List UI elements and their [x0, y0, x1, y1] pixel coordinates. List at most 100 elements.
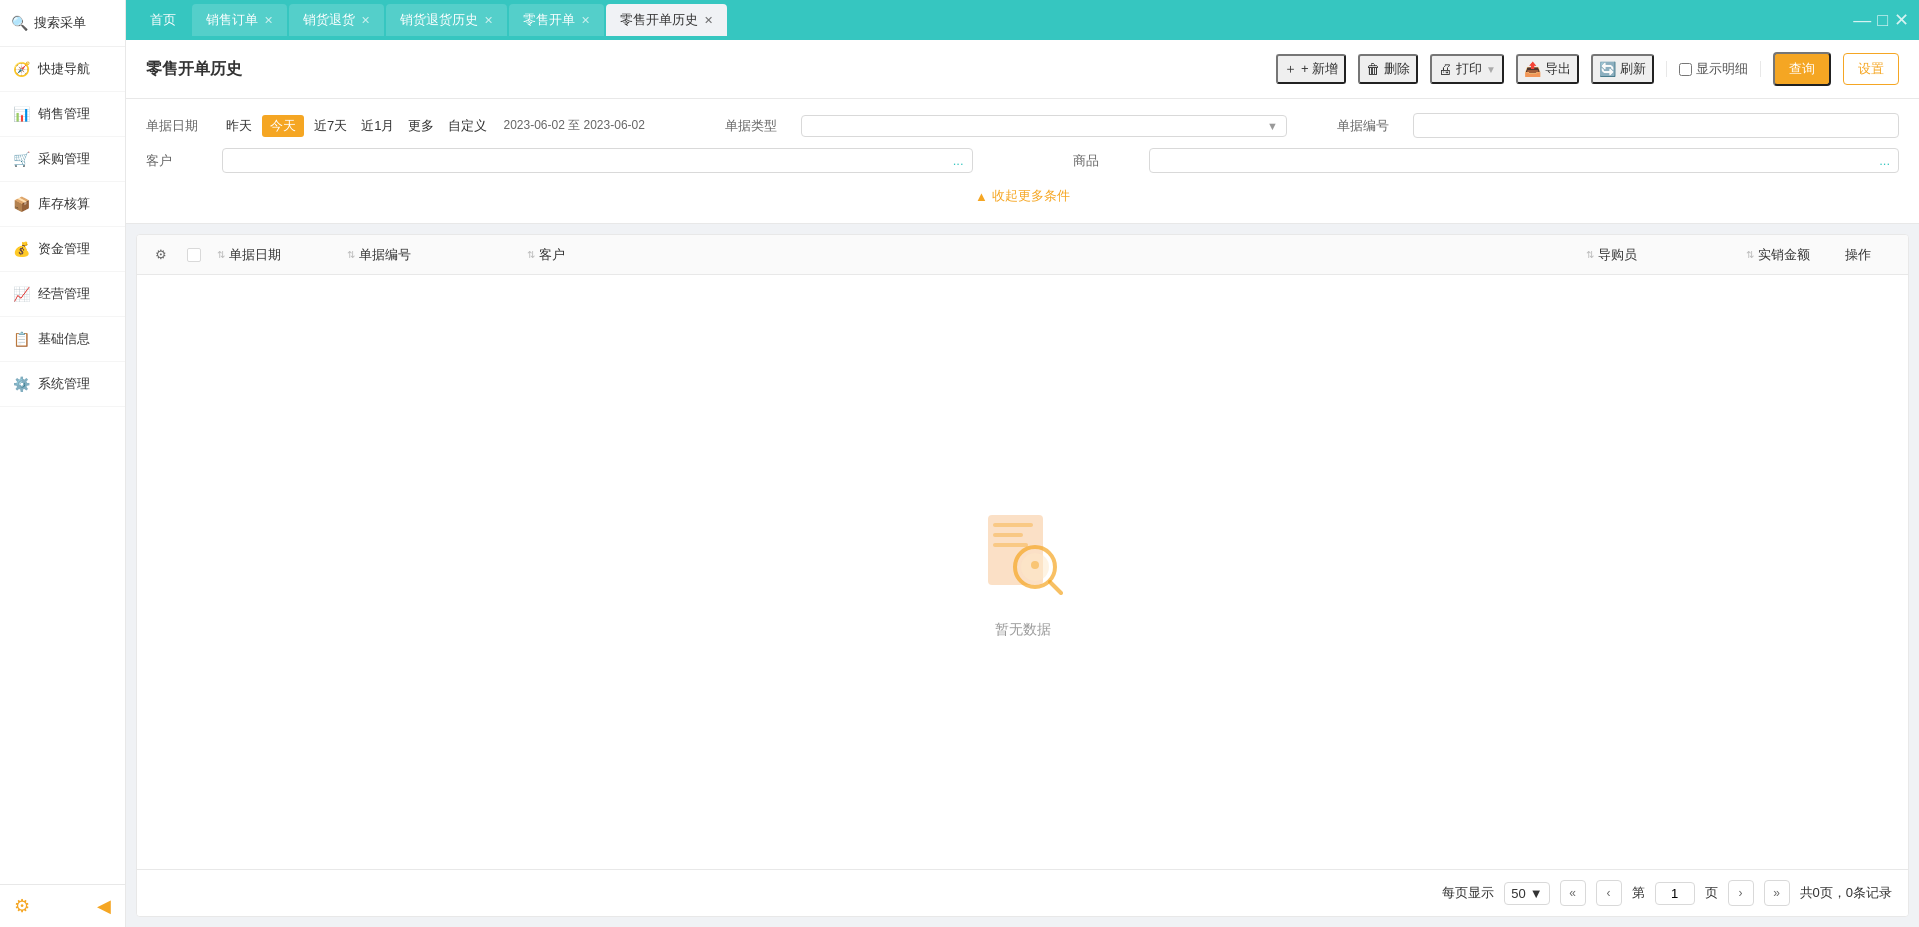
type-select[interactable]: ▼ [801, 115, 1287, 137]
sidebar-search[interactable]: 🔍 搜索采单 [0, 0, 125, 47]
toolbar-divider-2 [1760, 61, 1761, 77]
export-button[interactable]: 📤 导出 [1516, 54, 1579, 84]
add-button[interactable]: ＋ + 新增 [1276, 54, 1346, 84]
th-amount[interactable]: ⇅ 实销金额 [1698, 246, 1818, 264]
tab-home[interactable]: 首页 [136, 4, 190, 36]
sidebar-item-finance[interactable]: 💰 资金管理 [0, 227, 125, 272]
th-client-label: 客户 [539, 246, 565, 264]
th-check[interactable] [179, 248, 209, 262]
delete-icon: 🗑 [1366, 61, 1380, 77]
tab-retail-open-history[interactable]: 零售开单历史 ✕ [606, 4, 727, 36]
sidebar-item-label: 经营管理 [38, 285, 90, 303]
sort-guide-icon: ⇅ [1586, 249, 1594, 260]
tab-close-sales-order[interactable]: ✕ [264, 14, 273, 27]
collapse-sidebar-icon[interactable]: ◀ [97, 895, 111, 917]
sidebar-item-quick-nav[interactable]: 🧭 快捷导航 [0, 47, 125, 92]
settings-label: 设置 [1858, 60, 1884, 78]
sidebar-item-purchase-mgmt[interactable]: 🛒 采购管理 [0, 137, 125, 182]
print-button[interactable]: 🖨 打印 ▼ [1430, 54, 1504, 84]
tab-close-sales-return[interactable]: ✕ [361, 14, 370, 27]
th-amount-label: 实销金额 [1758, 246, 1810, 264]
svg-rect-2 [993, 533, 1023, 537]
query-button[interactable]: 查询 [1773, 52, 1831, 86]
empty-state: 暂无数据 [137, 275, 1908, 869]
th-guide-label: 导购员 [1598, 246, 1637, 264]
th-setting[interactable]: ⚙ [147, 247, 179, 262]
delete-button[interactable]: 🗑 删除 [1358, 54, 1418, 84]
collapse-filter-btn[interactable]: ▲ 收起更多条件 [146, 183, 1899, 209]
next-page-button[interactable]: › [1728, 880, 1754, 906]
svg-line-6 [1050, 582, 1061, 593]
th-guide[interactable]: ⇅ 导购员 [1578, 246, 1698, 264]
tab-home-label: 首页 [150, 11, 176, 29]
refresh-label: 刷新 [1620, 60, 1646, 78]
tab-sales-return-history[interactable]: 销货退货历史 ✕ [386, 4, 507, 36]
filter-row-2: 客户 ... 商品 ... [146, 148, 1899, 173]
tab-close-retail-open[interactable]: ✕ [581, 14, 590, 27]
sort-client-icon: ⇅ [527, 249, 535, 260]
goods-select[interactable]: ... [1149, 148, 1900, 173]
date-filter-label: 单据日期 [146, 117, 202, 135]
tab-sales-return[interactable]: 销货退货 ✕ [289, 4, 384, 36]
th-num[interactable]: ⇅ 单据编号 [339, 246, 519, 264]
table-header: ⚙ ⇅ 单据日期 ⇅ 单据编号 ⇅ 客户 ⇅ [137, 235, 1908, 275]
sidebar-item-label: 采购管理 [38, 150, 90, 168]
last-page-button[interactable]: » [1764, 880, 1790, 906]
sys-mgmt-icon: ⚙️ [12, 375, 30, 393]
toolbar-divider [1666, 61, 1667, 77]
date-opt-today[interactable]: 今天 [262, 115, 304, 137]
date-opt-1month[interactable]: 近1月 [357, 115, 398, 137]
tabs-window-controls: — □ ✕ [1853, 9, 1909, 31]
toolbar: ＋ + 新增 🗑 删除 🖨 打印 ▼ 📤 导出 🔄 [1276, 52, 1899, 86]
sidebar-item-sales-mgmt[interactable]: 📊 销售管理 [0, 92, 125, 137]
purchase-mgmt-icon: 🛒 [12, 150, 30, 168]
display-cols-checkbox[interactable] [1679, 63, 1692, 76]
th-client[interactable]: ⇅ 客户 [519, 246, 1578, 264]
tab-close-sales-return-history[interactable]: ✕ [484, 14, 493, 27]
tab-sales-order[interactable]: 销售订单 ✕ [192, 4, 287, 36]
close-window-button[interactable]: ✕ [1894, 9, 1909, 31]
tab-close-retail-open-history[interactable]: ✕ [704, 14, 713, 27]
date-opt-yesterday[interactable]: 昨天 [222, 115, 256, 137]
sidebar-search-label: 搜索采单 [34, 14, 86, 32]
goods-filter-label: 商品 [1073, 152, 1129, 170]
export-label: 导出 [1545, 60, 1571, 78]
select-all-checkbox[interactable] [187, 248, 201, 262]
sidebar-item-label: 库存核算 [38, 195, 90, 213]
first-page-button[interactable]: « [1560, 880, 1586, 906]
goods-ellipsis-btn[interactable]: ... [1879, 153, 1890, 168]
sidebar-item-inventory[interactable]: 📦 库存核算 [0, 182, 125, 227]
num-filter-input[interactable] [1413, 113, 1899, 138]
add-icon: ＋ [1284, 60, 1297, 78]
client-ellipsis-btn[interactable]: ... [953, 153, 964, 168]
sidebar-footer: ⚙ ◀ [0, 884, 125, 927]
maximize-button[interactable]: □ [1877, 10, 1888, 31]
page-size-select[interactable]: 50 ▼ [1504, 882, 1549, 905]
display-cols-toggle[interactable]: 显示明细 [1679, 60, 1748, 78]
table-settings-icon[interactable]: ⚙ [155, 247, 167, 262]
date-options: 昨天 今天 近7天 近1月 更多 自定义 2023-06-02 至 2023-0… [222, 115, 645, 137]
settings-icon[interactable]: ⚙ [14, 895, 30, 917]
sidebar-item-basic-info[interactable]: 📋 基础信息 [0, 317, 125, 362]
refresh-button[interactable]: 🔄 刷新 [1591, 54, 1654, 84]
export-icon: 📤 [1524, 61, 1541, 77]
basic-info-icon: 📋 [12, 330, 30, 348]
minimize-button[interactable]: — [1853, 10, 1871, 31]
th-date[interactable]: ⇅ 单据日期 [209, 246, 339, 264]
sidebar: 🔍 搜索采单 🧭 快捷导航 📊 销售管理 🛒 采购管理 📦 库存核算 💰 资金管… [0, 0, 126, 927]
prev-page-button[interactable]: ‹ [1596, 880, 1622, 906]
date-opt-7days[interactable]: 近7天 [310, 115, 351, 137]
sort-num-icon: ⇅ [347, 249, 355, 260]
settings-button[interactable]: 设置 [1843, 53, 1899, 85]
date-opt-more[interactable]: 更多 [404, 115, 438, 137]
page-number-input[interactable] [1655, 882, 1695, 905]
sales-mgmt-icon: 📊 [12, 105, 30, 123]
client-select[interactable]: ... [222, 148, 973, 173]
empty-icon [973, 505, 1073, 605]
th-num-label: 单据编号 [359, 246, 411, 264]
sidebar-item-operations[interactable]: 📈 经营管理 [0, 272, 125, 317]
date-opt-custom[interactable]: 自定义 [444, 115, 491, 137]
sidebar-item-sys-mgmt[interactable]: ⚙️ 系统管理 [0, 362, 125, 407]
tab-retail-open[interactable]: 零售开单 ✕ [509, 4, 604, 36]
page-header: 零售开单历史 ＋ + 新增 🗑 删除 🖨 打印 ▼ 📤 导出 [126, 40, 1919, 99]
